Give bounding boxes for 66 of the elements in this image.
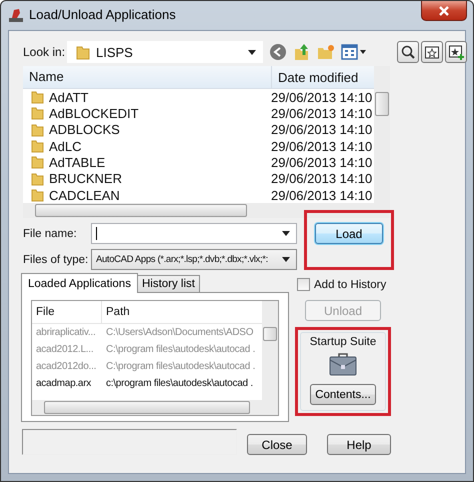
dialog-button[interactable]: Help	[327, 434, 391, 455]
group-title: Startup Suite	[310, 336, 376, 348]
up-folder-icon[interactable]	[293, 43, 311, 61]
file-name-field[interactable]	[91, 223, 297, 244]
vertical-scrollbar[interactable]	[262, 301, 278, 415]
date-cell-text: 29/06/2013 14:10	[270, 106, 372, 121]
briefcase-icon	[329, 352, 357, 376]
add-favorite-button[interactable]	[445, 41, 467, 63]
app-icon	[8, 7, 24, 23]
magnifier-icon	[400, 44, 416, 60]
files-of-type-dropdown[interactable]: AutoCAD Apps (*.arx;*.lsp;*.dvb;*.dbx;*.vlx;*:	[91, 249, 297, 270]
date-cell-text: 29/06/2013 14:10	[270, 188, 372, 203]
folder-icon	[31, 122, 44, 137]
app-path-cell-text: C:\Users\Adson\Documents\ADSO	[105, 327, 254, 338]
date-cell-text: 29/06/2013 14:10	[270, 122, 372, 138]
tab[interactable]: History list	[136, 275, 200, 292]
file-name-cell[interactable]: AdBLOCKEDIT	[23, 106, 265, 121]
favorites-button[interactable]	[421, 41, 443, 63]
date-cell-text: 29/06/2013 14:10	[270, 154, 372, 170]
caret-icon	[248, 50, 256, 54]
files-of-type-label: Files of type:	[23, 254, 90, 266]
close-button[interactable]	[421, 1, 467, 21]
horizontal-scrollbar[interactable]	[32, 400, 262, 415]
file-name-cell[interactable]: CADCLEAN	[23, 188, 265, 203]
date-cell-text: 29/06/2013 14:10	[270, 171, 372, 186]
star-folder-icon	[424, 44, 440, 60]
look-in-value: LISPS	[96, 44, 134, 60]
file-name-cell[interactable]: AdATT	[23, 90, 265, 105]
date-cell-text: 29/06/2013 14:10	[270, 90, 372, 105]
folder-icon	[31, 90, 44, 104]
app-path-cell-text: C:\program files\autodesk\autocad .	[105, 344, 256, 355]
path-column-header[interactable]: Path	[102, 306, 130, 318]
views-menu-icon[interactable]	[341, 44, 367, 60]
folder-icon	[31, 139, 44, 154]
file-name-label: File name:	[23, 228, 78, 240]
look-in-dropdown[interactable]: LISPS	[67, 41, 263, 63]
load-button[interactable]: Load	[315, 223, 383, 244]
folder-icon	[31, 172, 44, 186]
app-path-cell-text: C:\program files\autodesk\autocad .	[105, 361, 256, 372]
vertical-scrollbar[interactable]	[374, 66, 390, 218]
folder-icon	[31, 106, 44, 120]
file-name-cell[interactable]: AdLC	[23, 138, 265, 154]
tab[interactable]: Loaded Applications	[21, 273, 138, 293]
horizontal-scrollbar[interactable]	[23, 203, 374, 218]
add-to-history-checkbox[interactable]: Add to History	[297, 278, 395, 291]
caret-icon	[282, 257, 290, 262]
find-button[interactable]	[397, 41, 419, 63]
file-name-cell[interactable]: AdTABLE	[23, 154, 265, 170]
close-icon	[438, 6, 450, 16]
name-column-header[interactable]: Name	[23, 66, 272, 88]
look-in-label: Look in:	[23, 45, 66, 59]
window-title: Load/Unload Applications	[29, 7, 176, 22]
contents-button[interactable]: Contents...	[310, 384, 376, 405]
file-column-header[interactable]: File	[32, 301, 102, 323]
date-column-header[interactable]: Date modified	[272, 70, 358, 84]
date-cell-text: 29/06/2013 14:10	[270, 138, 372, 154]
dialog-button[interactable]: Close	[247, 434, 307, 455]
file-name-cell[interactable]: BRUCKNER	[23, 171, 265, 186]
back-icon[interactable]	[269, 43, 287, 61]
folder-icon	[76, 44, 90, 60]
file-name-cell[interactable]: ADBLOCKS	[23, 122, 265, 138]
folder-icon	[31, 188, 44, 202]
caret-icon	[282, 231, 290, 236]
app-path-cell-text: c:\program files\autodesk\autocad .	[105, 378, 253, 389]
app-file-cell[interactable]: acadmap.arx	[32, 378, 102, 389]
folder-icon	[31, 155, 44, 170]
